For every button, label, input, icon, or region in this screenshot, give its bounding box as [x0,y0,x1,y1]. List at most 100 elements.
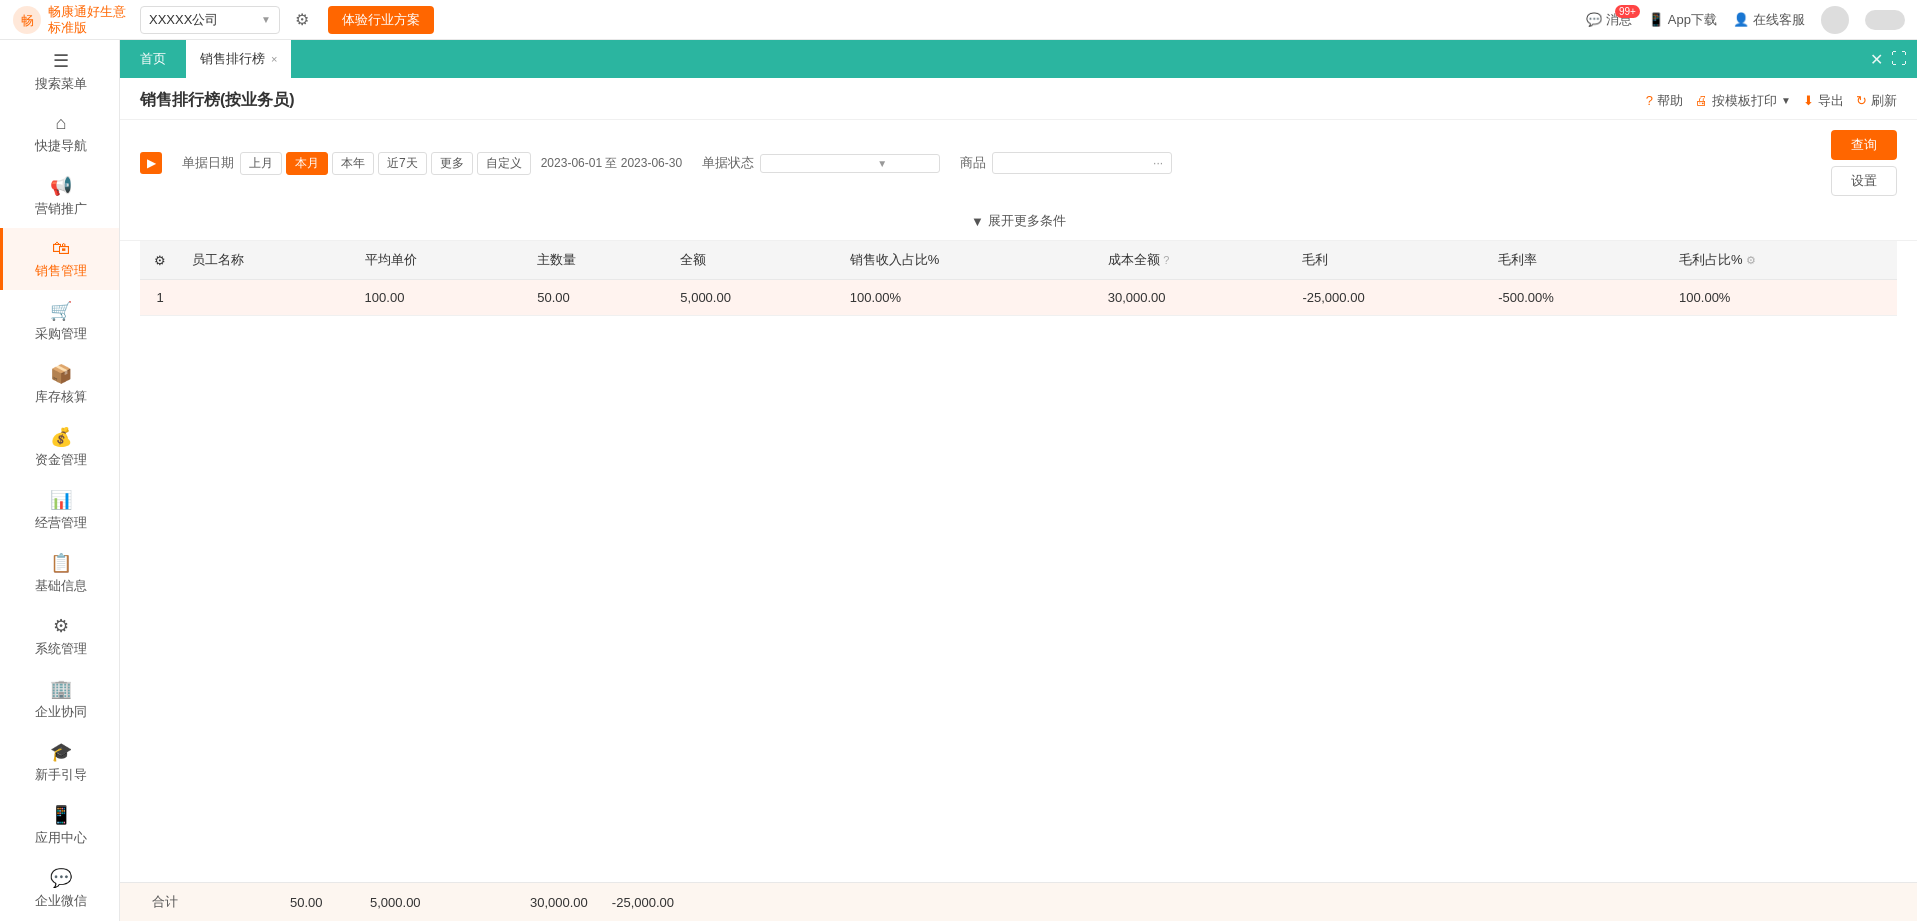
date-filter: 单据日期 上月 本月 本年 近7天 更多 自定义 2023-06-01 至 20… [182,152,682,175]
sidebar-item-operations[interactable]: 📊 经营管理 [0,479,119,542]
sidebar-item-enterprise[interactable]: 🏢 企业协同 [0,668,119,731]
date-btn-last-month[interactable]: 上月 [240,152,282,175]
col-employee: 员工名称 [180,241,353,280]
filter-area: ▶ 单据日期 上月 本月 本年 近7天 更多 自定义 2023-06-01 至 … [120,120,1917,241]
message-icon: 💬 [1586,12,1602,27]
sidebar-item-system[interactable]: ⚙ 系统管理 [0,605,119,668]
app-icon: 📱 [1648,12,1664,27]
sidebar-item-finance[interactable]: 💰 资金管理 [0,416,119,479]
filter-toggle-arrow[interactable]: ▶ [140,152,162,174]
export-icon: ⬇ [1803,93,1814,108]
user-switch[interactable] [1865,10,1905,30]
status-label: 单据状态 [702,154,754,172]
sidebar-item-guide[interactable]: 🎓 新手引导 [0,731,119,794]
date-range-text: 2023-06-01 至 2023-06-30 [541,155,682,172]
gross-pct-icon: ⚙ [1746,254,1756,266]
sidebar-item-search[interactable]: ☰ 搜索菜单 [0,40,119,103]
status-select[interactable]: ▼ [760,154,940,173]
row-rank: 1 [140,280,180,316]
logo-icon: 畅 [12,5,42,35]
expand-chevron-icon: ▼ [971,214,984,229]
status-filter: 单据状态 ▼ [702,154,940,173]
date-label: 单据日期 [182,154,234,172]
settings-button[interactable]: 设置 [1831,166,1897,196]
print-chevron-icon: ▼ [1781,95,1791,106]
basic-info-icon: 📋 [50,552,72,574]
tab-expand-icon[interactable]: ⛶ [1891,50,1907,68]
top-bar: 畅 畅康通好生意 标准版 XXXXX公司 ▼ ⚙ 体验行业方案 💬 消息 99+… [0,0,1917,40]
row-total-amount: 5,000.00 [668,280,837,316]
tab-close-all-icon[interactable]: ✕ [1870,50,1883,69]
sidebar-item-sales[interactable]: 🛍 销售管理 [0,228,119,290]
online-service-item[interactable]: 👤 在线客服 [1733,11,1805,29]
goods-label: 商品 [960,154,986,172]
wechat-icon: 💬 [50,867,72,889]
date-btn-more[interactable]: 更多 [431,152,473,175]
inventory-icon: 📦 [50,363,72,385]
main-layout: ☰ 搜索菜单 ⌂ 快捷导航 📢 营销推广 🛍 销售管理 🛒 采购管理 📦 库存核… [0,40,1917,921]
sidebar-item-basic-info[interactable]: 📋 基础信息 [0,542,119,605]
row-employee [180,280,353,316]
row-main-qty: 50.00 [525,280,668,316]
help-icon: ? [1646,93,1653,108]
goods-filter: 商品 ··· [960,152,1172,174]
sidebar-item-marketing[interactable]: 📢 营销推广 [0,165,119,228]
sidebar-item-app-center[interactable]: 📱 应用中心 [0,794,119,857]
app-download-item[interactable]: 📱 App下载 [1648,11,1717,29]
content-area: 首页 销售排行榜 × ✕ ⛶ 销售排行榜(按业务员) ? 帮助 [120,40,1917,921]
export-button[interactable]: ⬇ 导出 [1803,92,1844,110]
goods-more-icon[interactable]: ··· [1153,156,1163,170]
tab-bar-right: ✕ ⛶ [1870,50,1917,69]
col-sales-pct: 销售收入占比% [838,241,1096,280]
home-icon: ⌂ [56,113,67,134]
date-btn-current-month[interactable]: 本月 [286,152,328,175]
message-item[interactable]: 💬 消息 99+ [1586,11,1632,29]
date-btn-custom[interactable]: 自定义 [477,152,531,175]
query-button[interactable]: 查询 [1831,130,1897,160]
sidebar-item-purchase[interactable]: 🛒 采购管理 [0,290,119,353]
footer-total-amount: 5,000.00 [358,895,438,910]
sidebar-item-inventory[interactable]: 📦 库存核算 [0,353,119,416]
tab-sales-rank[interactable]: 销售排行榜 × [186,40,291,78]
expand-button[interactable]: ▼ 展开更多条件 [971,212,1066,230]
purchase-icon: 🛒 [50,300,72,322]
finance-icon: 💰 [50,426,72,448]
col-gross-pct: 毛利占比% ⚙ [1667,241,1897,280]
col-gross-profit: 毛利 [1290,241,1486,280]
data-table: ⚙ 员工名称 平均单价 主数量 [140,241,1897,316]
avatar[interactable] [1821,6,1849,34]
marketing-icon: 📢 [50,175,72,197]
page-content: 销售排行榜(按业务员) ? 帮助 🖨 按模板打印 ▼ ⬇ 导出 [120,78,1917,921]
logo: 畅 畅康通好生意 标准版 [12,4,132,35]
tab-home[interactable]: 首页 [120,40,186,78]
sidebar-item-wechat[interactable]: 💬 企业微信 [0,857,119,920]
date-btn-7days[interactable]: 近7天 [378,152,427,175]
date-btn-current-year[interactable]: 本年 [332,152,374,175]
print-icon: 🖨 [1695,93,1708,108]
enterprise-icon: 🏢 [50,678,72,700]
refresh-button[interactable]: ↻ 刷新 [1856,92,1897,110]
table-header-row: ⚙ 员工名称 平均单价 主数量 [140,241,1897,280]
settings-icon[interactable]: ⚙ [288,6,316,34]
refresh-icon: ↻ [1856,93,1867,108]
goods-input[interactable]: ··· [992,152,1172,174]
cost-help-icon[interactable]: ? [1163,254,1169,266]
sidebar: ☰ 搜索菜单 ⌂ 快捷导航 📢 营销推广 🛍 销售管理 🛒 采购管理 📦 库存核… [0,40,120,921]
tab-close-icon[interactable]: × [271,53,277,65]
print-button[interactable]: 🖨 按模板打印 ▼ [1695,92,1791,110]
help-button[interactable]: ? 帮助 [1646,92,1683,110]
logo-text: 畅康通好生意 标准版 [48,4,126,35]
sidebar-item-quick-nav[interactable]: ⌂ 快捷导航 [0,103,119,165]
sales-icon: 🛍 [52,238,70,259]
company-selector[interactable]: XXXXX公司 ▼ [140,6,280,34]
col-gross-rate: 毛利率 [1486,241,1667,280]
status-chevron-icon: ▼ [877,158,931,169]
message-badge: 99+ [1615,5,1640,18]
row-avg-price: 100.00 [353,280,526,316]
system-icon: ⚙ [53,615,69,637]
col-cost-amount: 成本全额 ? [1096,241,1291,280]
company-name: XXXXX公司 [149,11,257,29]
col-settings-icon[interactable]: ⚙ [154,253,166,268]
row-gross-pct: 100.00% [1667,280,1897,316]
trial-button[interactable]: 体验行业方案 [328,6,434,34]
